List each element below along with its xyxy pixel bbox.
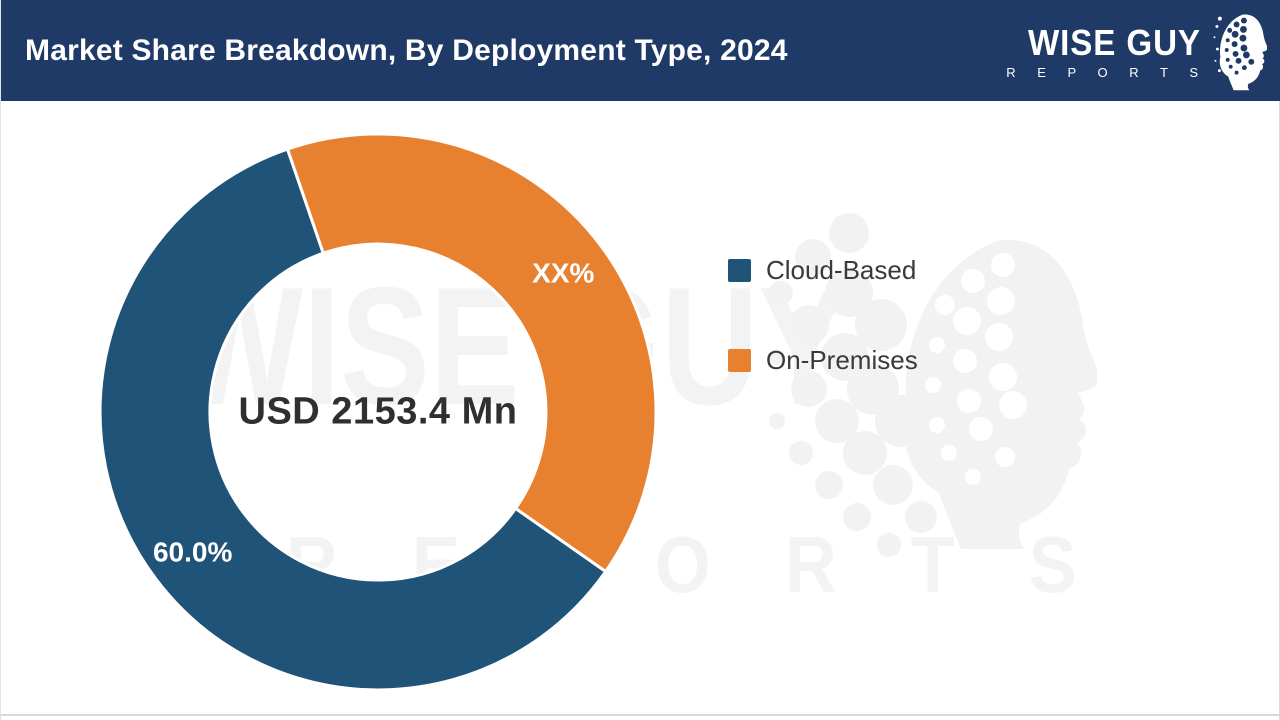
legend-swatch-cloud-based	[728, 258, 751, 282]
chart-center-value: USD 2153.4 Mn	[238, 390, 518, 433]
legend-label-on-premises: On-Premises	[766, 344, 918, 375]
donut-chart: 60.0% XX%	[98, 132, 658, 692]
legend-swatch-on-premises	[728, 348, 751, 372]
infographic-page: Market Share Breakdown, By Deployment Ty…	[0, 0, 1280, 720]
donut-slice-on-premises	[285, 132, 658, 574]
legend-item-cloud-based: Cloud-Based	[728, 255, 918, 285]
slice-label-on-premises: XX%	[532, 257, 594, 288]
slice-label-cloud-based: 60.0%	[153, 537, 232, 568]
bottom-divider	[1, 714, 1280, 716]
legend-label-cloud-based: Cloud-Based	[766, 254, 917, 285]
legend-item-on-premises: On-Premises	[728, 345, 918, 375]
chart-legend: Cloud-Based On-Premises	[728, 255, 918, 438]
